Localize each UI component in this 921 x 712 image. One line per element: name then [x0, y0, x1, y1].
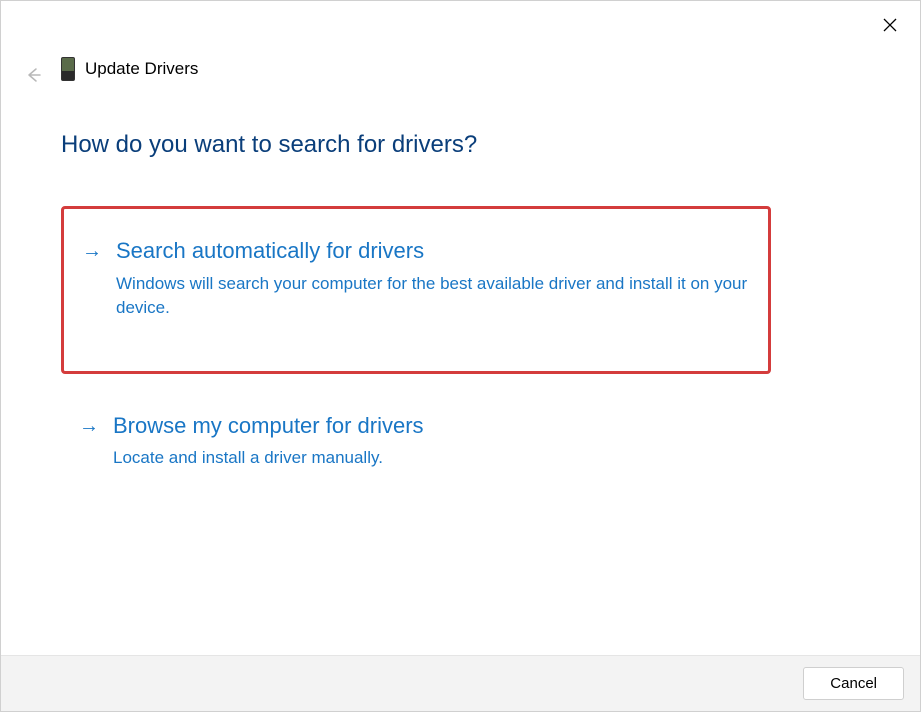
option-search-automatically[interactable]: → Search automatically for drivers Windo… — [61, 206, 771, 374]
main-question: How do you want to search for drivers? — [61, 131, 477, 159]
option-title: Browse my computer for drivers — [113, 412, 753, 441]
option-description: Locate and install a driver manually. — [113, 446, 753, 471]
options-container: → Search automatically for drivers Windo… — [61, 206, 771, 489]
dialog-header: Update Drivers — [61, 57, 198, 81]
option-content: Search automatically for drivers Windows… — [116, 237, 750, 321]
option-description: Windows will search your computer for th… — [116, 272, 750, 321]
arrow-right-icon: → — [79, 414, 99, 438]
dialog-title: Update Drivers — [85, 59, 198, 79]
option-content: Browse my computer for drivers Locate an… — [113, 412, 753, 471]
dialog-footer: Cancel — [1, 655, 920, 711]
back-button — [19, 61, 47, 89]
back-arrow-icon — [24, 66, 42, 84]
option-browse-computer[interactable]: → Browse my computer for drivers Locate … — [61, 396, 771, 489]
arrow-right-icon: → — [82, 239, 102, 263]
close-button[interactable] — [878, 13, 902, 37]
close-icon — [883, 18, 897, 32]
device-icon — [61, 57, 75, 81]
option-title: Search automatically for drivers — [116, 237, 750, 266]
cancel-button[interactable]: Cancel — [803, 667, 904, 700]
